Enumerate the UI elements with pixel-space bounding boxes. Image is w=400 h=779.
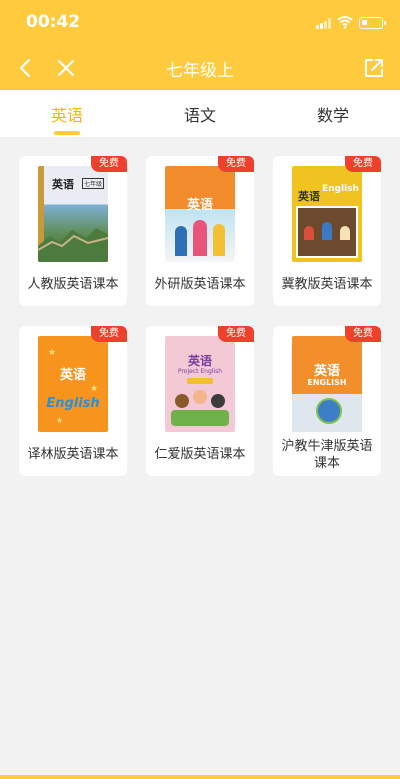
book-title: 沪教牛津版英语课本 (281, 439, 373, 471)
book-title: 译林版英语课本 (27, 447, 119, 462)
book-card-jijiao[interactable]: 英语 English 免费 冀教版英语课本 (273, 156, 381, 306)
free-badge: 免费 (218, 326, 254, 342)
book-title: 仁爱版英语课本 (154, 447, 246, 462)
free-badge: 免费 (345, 156, 381, 172)
free-badge: 免费 (218, 156, 254, 172)
book-title: 外研版英语课本 (154, 277, 246, 292)
book-card-hujiao[interactable]: 英语 ENGLISH 免费 沪教牛津版英语课本 (273, 326, 381, 476)
free-badge: 免费 (345, 326, 381, 342)
book-card-renjiao[interactable]: 英语 七年级 免费 人教版英语课本 (19, 156, 127, 306)
tab-english[interactable]: 英语 (7, 102, 127, 126)
tab-math[interactable]: 数学 (273, 102, 393, 126)
tab-chinese[interactable]: 语文 (140, 102, 260, 126)
cellular-signal-icon (316, 18, 332, 29)
book-cover-renai: 英语 Project English (165, 336, 235, 432)
wifi-icon (337, 16, 353, 29)
book-card-yilin[interactable]: 英语 English ★ ★ ★ 免费 译林版英语课本 (19, 326, 127, 476)
free-badge: 免费 (91, 156, 127, 172)
book-cover-renjiao: 英语 七年级 (38, 166, 108, 262)
close-icon[interactable] (54, 56, 78, 80)
book-title: 冀教版英语课本 (281, 277, 373, 292)
book-card-waiyan[interactable]: 英语 免费 外研版英语课本 (146, 156, 254, 306)
free-badge: 免费 (91, 326, 127, 342)
book-card-renai[interactable]: 英语 Project English 免费 仁爱版英语课本 (146, 326, 254, 476)
page-title: 七年级上 (166, 61, 234, 81)
book-title: 人教版英语课本 (27, 277, 119, 292)
book-cover-waiyan: 英语 (165, 166, 235, 262)
subject-tabs: 英语 语文 数学 (0, 90, 400, 137)
active-tab-indicator (54, 131, 80, 135)
back-icon[interactable] (14, 56, 38, 80)
book-cover-yilin: 英语 English ★ ★ ★ (38, 336, 108, 432)
book-cover-hujiao: 英语 ENGLISH (292, 336, 362, 432)
status-time: 00:42 (26, 12, 81, 32)
bottom-accent-bar (0, 775, 400, 779)
book-cover-jijiao: 英语 English (292, 166, 362, 262)
top-bar: 00:42 七年级上 (0, 0, 400, 90)
status-bar: 00:42 (0, 0, 400, 46)
share-icon[interactable] (362, 56, 386, 80)
battery-icon (359, 17, 386, 29)
